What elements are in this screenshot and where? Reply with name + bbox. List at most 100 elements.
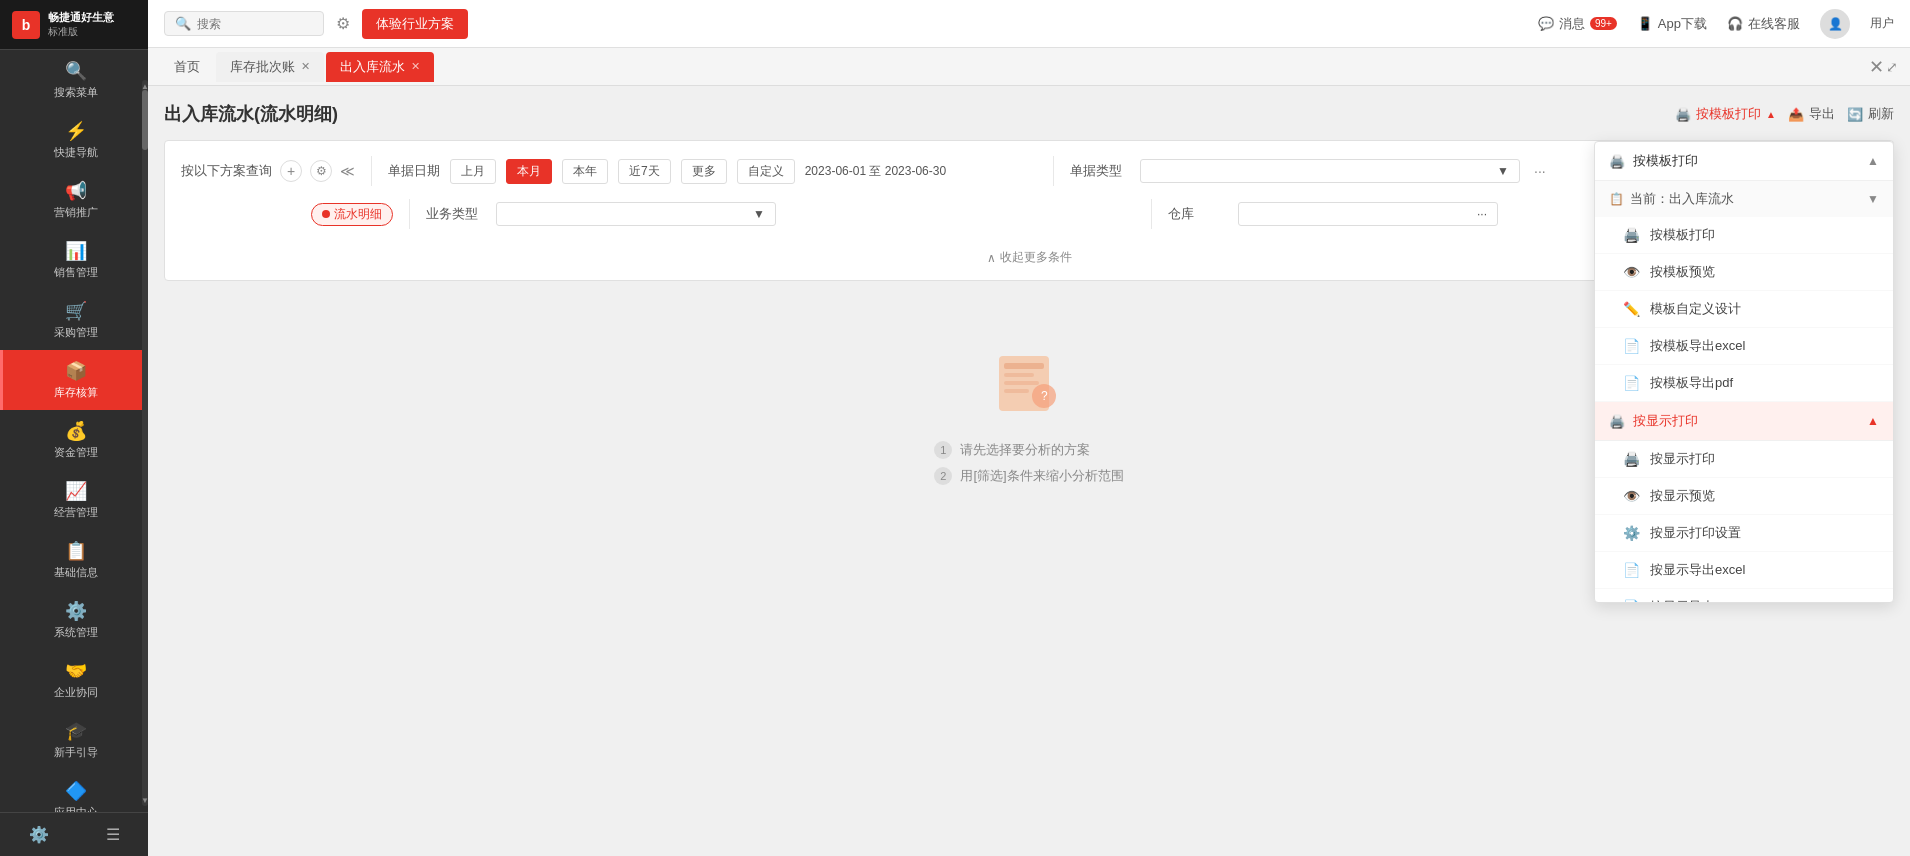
filter-collapse-icon[interactable]: ≪: [340, 163, 355, 179]
print-dropdown-arrow[interactable]: ▲: [1766, 109, 1776, 120]
user-icon: 👤: [1828, 17, 1843, 31]
template-design-icon: ✏️: [1623, 301, 1640, 317]
page-header: 出入库流水(流水明细) 🖨️ 按模板打印 ▲ 📤 导出 🔄 刷新: [164, 102, 1894, 126]
template-pdf-label: 按模板导出pdf: [1650, 374, 1733, 392]
display-preview-icon: 👁️: [1623, 488, 1640, 504]
tab-flow[interactable]: 出入库流水 ✕: [326, 52, 434, 82]
dropdown-item-display-print[interactable]: 🖨️ 按显示打印: [1595, 441, 1893, 478]
template-excel-icon: 📄: [1623, 338, 1640, 354]
dropdown-item-template-pdf[interactable]: 📄 按模板导出pdf: [1595, 365, 1893, 402]
dropdown-header-icon: 🖨️: [1609, 154, 1625, 169]
flow-detail-tag[interactable]: 流水明细: [311, 203, 393, 226]
sidebar-nav: 🔍 搜索菜单 ⚡ 快捷导航 📢 营销推广 📊 销售管理 🛒 采购管理 📦 库存核…: [0, 50, 148, 812]
sidebar-item-label-operations: 经营管理: [54, 505, 98, 520]
display-header-arrow: ▲: [1867, 414, 1879, 428]
panel-expand-button[interactable]: ⤢: [1886, 59, 1898, 75]
date-btn-more[interactable]: 更多: [681, 159, 727, 184]
export-button[interactable]: 📤 导出: [1788, 105, 1835, 123]
finance-icon: 💰: [65, 420, 87, 442]
date-btn-7days[interactable]: 近7天: [618, 159, 671, 184]
date-btn-last-month[interactable]: 上月: [450, 159, 496, 184]
headset-icon: 🎧: [1727, 16, 1743, 31]
current-label-group: 📋 当前：出入库流水: [1609, 190, 1734, 208]
dropdown-item-display-preview[interactable]: 👁️ 按显示预览: [1595, 478, 1893, 515]
sales-icon: 📊: [65, 240, 87, 262]
sidebar-item-marketing[interactable]: 📢 营销推广: [0, 170, 148, 230]
settings-gear-icon[interactable]: ⚙: [336, 14, 350, 33]
display-pdf-label: 按显示导出pdf: [1650, 598, 1733, 602]
app-download-item[interactable]: 📱 App下载: [1637, 15, 1707, 33]
flow-tab-close-icon[interactable]: ✕: [411, 60, 420, 73]
sidebar-item-appstore[interactable]: 🔷 应用中心: [0, 770, 148, 812]
user-avatar[interactable]: 👤: [1820, 9, 1850, 39]
logo-text-group: 畅捷通好生意 标准版: [48, 10, 114, 39]
tab-home[interactable]: 首页: [160, 52, 214, 82]
sidebar-item-guide[interactable]: 🎓 新手引导: [0, 710, 148, 770]
collapse-label: 收起更多条件: [1000, 249, 1072, 266]
date-btn-this-year[interactable]: 本年: [562, 159, 608, 184]
sidebar-item-shortcuts[interactable]: ⚡ 快捷导航: [0, 110, 148, 170]
dropdown-current-row[interactable]: 📋 当前：出入库流水 ▼: [1595, 181, 1893, 217]
filter-divider-2: [1053, 156, 1054, 186]
search-box[interactable]: 🔍: [164, 11, 324, 36]
collapse-button[interactable]: ∧ 收起更多条件: [987, 249, 1072, 266]
biz-type-select[interactable]: ▼: [496, 202, 776, 226]
filter-add-button[interactable]: +: [280, 160, 302, 182]
dropdown-item-template-print[interactable]: 🖨️ 按模板打印: [1595, 217, 1893, 254]
sidebar-settings-icon[interactable]: ⚙️: [29, 825, 49, 844]
type-ellipsis-button[interactable]: ···: [1530, 163, 1550, 179]
warehouse-select[interactable]: ···: [1238, 202, 1498, 226]
display-settings-icon: ⚙️: [1623, 525, 1640, 541]
sidebar-item-finance[interactable]: 💰 资金管理: [0, 410, 148, 470]
print-button[interactable]: 🖨️ 按模板打印 ▲: [1675, 105, 1776, 123]
sidebar: b 畅捷通好生意 标准版 🔍 搜索菜单 ⚡ 快捷导航 📢 营销推广 📊 销售管理…: [0, 0, 148, 856]
sidebar-footer: ⚙️ ☰: [0, 812, 148, 856]
svg-rect-3: [1004, 381, 1039, 385]
sidebar-menu-icon[interactable]: ☰: [106, 825, 120, 844]
sidebar-item-purchase[interactable]: 🛒 采购管理: [0, 290, 148, 350]
sidebar-item-label-marketing: 营销推广: [54, 205, 98, 220]
operations-icon: 📈: [65, 480, 87, 502]
date-btn-custom[interactable]: 自定义: [737, 159, 795, 184]
refresh-button[interactable]: 🔄 刷新: [1847, 105, 1894, 123]
dropdown-item-display-excel[interactable]: 📄 按显示导出excel: [1595, 552, 1893, 589]
tab-batch[interactable]: 库存批次账 ✕: [216, 52, 324, 82]
dropdown-item-template-excel[interactable]: 📄 按模板导出excel: [1595, 328, 1893, 365]
warehouse-arrow: ···: [1477, 207, 1487, 221]
template-excel-label: 按模板导出excel: [1650, 337, 1745, 355]
dropdown-display-header[interactable]: 🖨️ 按显示打印 ▲: [1595, 402, 1893, 441]
sidebar-item-inventory[interactable]: 📦 库存核算: [0, 350, 148, 410]
template-preview-icon: 👁️: [1623, 264, 1640, 280]
dropdown-header-label: 按模板打印: [1633, 152, 1867, 170]
sidebar-item-label-purchase: 采购管理: [54, 325, 98, 340]
dropdown-item-display-settings[interactable]: ⚙️ 按显示打印设置: [1595, 515, 1893, 552]
type-select[interactable]: ▼: [1140, 159, 1520, 183]
svg-text:?: ?: [1041, 389, 1048, 403]
trial-button[interactable]: 体验行业方案: [362, 9, 468, 39]
template-print-icon: 🖨️: [1623, 227, 1640, 243]
dropdown-item-template-design[interactable]: ✏️ 模板自定义设计: [1595, 291, 1893, 328]
message-item[interactable]: 💬 消息 99+: [1538, 15, 1617, 33]
sidebar-item-search[interactable]: 🔍 搜索菜单: [0, 50, 148, 110]
guide-icon: 🎓: [65, 720, 87, 742]
dropdown-main-header[interactable]: 🖨️ 按模板打印 ▲: [1595, 142, 1893, 181]
step-1-text: 请先选择要分析的方案: [960, 441, 1090, 459]
search-input[interactable]: [197, 17, 317, 31]
dropdown-item-template-preview[interactable]: 👁️ 按模板预览: [1595, 254, 1893, 291]
sidebar-item-sales[interactable]: 📊 销售管理: [0, 230, 148, 290]
date-btn-this-month[interactable]: 本月: [506, 159, 552, 184]
sidebar-item-collab[interactable]: 🤝 企业协同: [0, 650, 148, 710]
sidebar-item-operations[interactable]: 📈 经营管理: [0, 470, 148, 530]
online-service-item[interactable]: 🎧 在线客服: [1727, 15, 1800, 33]
panel-close-button[interactable]: ✕: [1869, 56, 1884, 78]
filter-settings-button[interactable]: ⚙: [310, 160, 332, 182]
sidebar-item-basic[interactable]: 📋 基础信息: [0, 530, 148, 590]
sidebar-item-system[interactable]: ⚙️ 系统管理: [0, 590, 148, 650]
logo-main-text: 畅捷通好生意: [48, 10, 114, 25]
warehouse-label: 仓库: [1168, 205, 1228, 223]
user-name: 用户: [1870, 15, 1894, 32]
batch-tab-close-icon[interactable]: ✕: [301, 60, 310, 73]
template-print-label: 按模板打印: [1650, 226, 1715, 244]
dropdown-item-display-pdf[interactable]: 📄 按显示导出pdf: [1595, 589, 1893, 602]
logo: b 畅捷通好生意 标准版: [0, 0, 148, 50]
